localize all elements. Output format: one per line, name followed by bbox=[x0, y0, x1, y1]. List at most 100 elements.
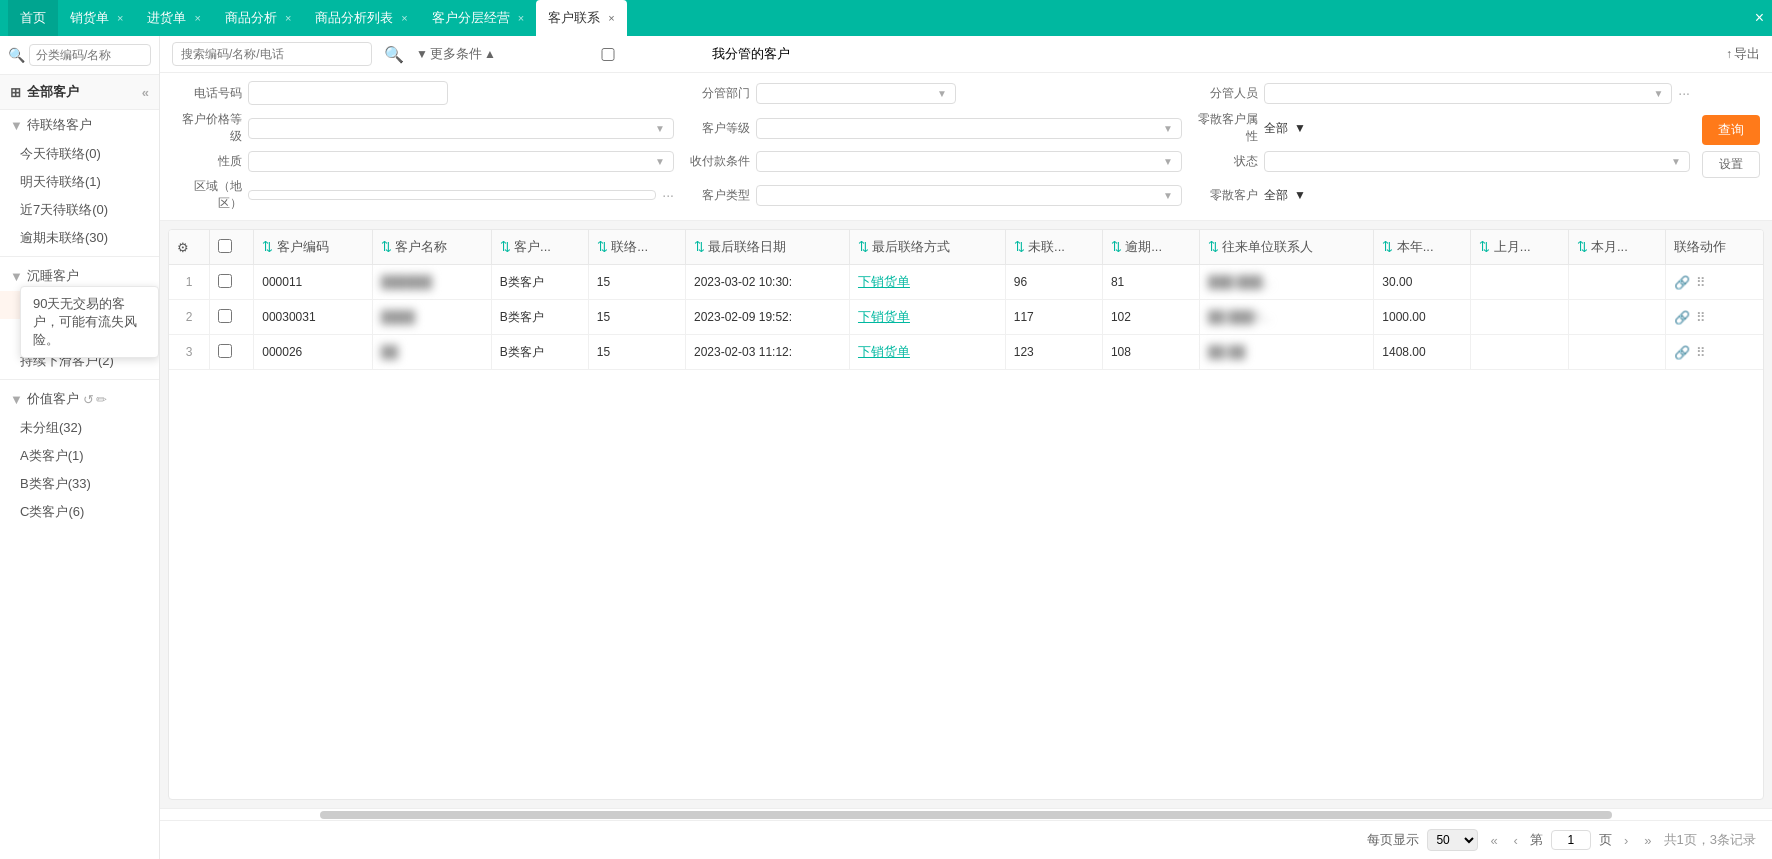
adv-filter-panel: 电话号码 分管部门 ▼ 分管人员 bbox=[160, 73, 1772, 221]
scroll-bar-thumb[interactable] bbox=[320, 811, 1612, 819]
sidebar-section-value-title[interactable]: ▼ 价值客户 ↺ ✏ bbox=[0, 384, 159, 414]
row-last-method-0: 下销货单 bbox=[849, 265, 1005, 300]
sidebar-collapse-btn[interactable]: « bbox=[142, 85, 149, 100]
next-page-btn[interactable]: › bbox=[1620, 831, 1632, 850]
tab-analysis-close[interactable]: × bbox=[285, 0, 291, 36]
action-menu-icon-0[interactable]: ⠿ bbox=[1696, 275, 1706, 290]
retail-attr-down-arrow[interactable]: ▼ bbox=[1294, 121, 1306, 135]
region-input[interactable] bbox=[248, 190, 656, 200]
sidebar-item-week[interactable]: 近7天待联络(0) bbox=[0, 196, 159, 224]
search-input[interactable] bbox=[172, 42, 372, 66]
tab-customer-contact[interactable]: 客户联系 × bbox=[536, 0, 626, 36]
sidebar-section-value-label: 价值客户 bbox=[27, 390, 79, 408]
col-settings[interactable]: ⚙ bbox=[169, 230, 210, 265]
my-customers-checkbox-label[interactable]: 我分管的客户 bbox=[508, 45, 790, 63]
last-method-link-2[interactable]: 下销货单 bbox=[858, 344, 910, 359]
tab-home[interactable]: 首页 bbox=[8, 0, 58, 36]
cust-type-down-arrow: ▼ bbox=[1163, 190, 1173, 201]
nature-select[interactable]: ▼ bbox=[248, 151, 674, 172]
tab-analysis[interactable]: 商品分析 × bbox=[213, 0, 303, 36]
payment-select[interactable]: ▼ bbox=[756, 151, 1182, 172]
sidebar-section-pending: ▼ 待联络客户 今天待联络(0) 明天待联络(1) 近7天待联络(0) 逾期未联… bbox=[0, 110, 159, 252]
more-conditions-btn[interactable]: ▼ 更多条件 ▲ bbox=[416, 45, 496, 63]
sidebar-item-overdue[interactable]: 逾期未联络(30) bbox=[0, 224, 159, 252]
action-link-icon-1[interactable]: 🔗 bbox=[1674, 310, 1690, 325]
tab-analysis-list-label: 商品分析列表 bbox=[315, 0, 393, 36]
price-tier-select[interactable]: ▼ bbox=[248, 118, 674, 139]
region-dots-btn[interactable]: ··· bbox=[662, 187, 674, 203]
row-this-year-1: 1000.00 bbox=[1374, 300, 1471, 335]
action-link-icon-0[interactable]: 🔗 bbox=[1674, 275, 1690, 290]
status-select[interactable]: ▼ bbox=[1264, 151, 1690, 172]
sidebar-search-input[interactable] bbox=[29, 44, 151, 66]
tab-purchase[interactable]: 进货单 × bbox=[135, 0, 212, 36]
top-nav: 首页 销货单 × 进货单 × 商品分析 × 商品分析列表 × 客户分层经营 × … bbox=[0, 0, 1772, 36]
last-method-link-0[interactable]: 下销货单 bbox=[858, 274, 910, 289]
sidebar-item-class-c[interactable]: C类客户(6) bbox=[0, 498, 159, 526]
tab-home-label: 首页 bbox=[20, 0, 46, 36]
filter-group-dept: 分管部门 ▼ bbox=[680, 83, 1182, 104]
sidebar-section-value: ▼ 价值客户 ↺ ✏ 未分组(32) A类客户(1) B类客户(33) C类客户… bbox=[0, 384, 159, 526]
last-method-link-1[interactable]: 下销货单 bbox=[858, 309, 910, 324]
content-area: 🔍 ▼ 更多条件 ▲ 我分管的客户 ↑ 导出 bbox=[160, 36, 1772, 859]
tab-sales[interactable]: 销货单 × bbox=[58, 0, 135, 36]
edit-icon[interactable]: ✏ bbox=[96, 392, 107, 407]
row-select-checkbox-0[interactable] bbox=[218, 274, 232, 288]
tab-analysis-label: 商品分析 bbox=[225, 0, 277, 36]
sidebar-item-ungrouped[interactable]: 未分组(32) bbox=[0, 414, 159, 442]
page-input[interactable] bbox=[1551, 830, 1591, 850]
export-btn[interactable]: ↑ 导出 bbox=[1726, 45, 1760, 63]
person-select[interactable]: ▼ bbox=[1264, 83, 1672, 104]
horizontal-scrollbar[interactable] bbox=[160, 808, 1772, 820]
tab-customer-tier-label: 客户分层经营 bbox=[432, 0, 510, 36]
arrow-down-icon: ▼ bbox=[10, 118, 23, 133]
total-info: 共1页，3条记录 bbox=[1664, 831, 1756, 849]
row-last-month-0 bbox=[1471, 265, 1568, 300]
sidebar-header: ⊞ 全部客户 « bbox=[0, 75, 159, 110]
refresh-icon[interactable]: ↺ bbox=[83, 392, 94, 407]
sidebar-item-class-b[interactable]: B类客户(33) bbox=[0, 470, 159, 498]
cust-type-select[interactable]: ▼ bbox=[756, 185, 1182, 206]
select-all-checkbox[interactable] bbox=[218, 239, 232, 253]
action-menu-icon-2[interactable]: ⠿ bbox=[1696, 345, 1706, 360]
row-contact-person-0: ███ ███... bbox=[1200, 265, 1374, 300]
tab-customer-tier-close[interactable]: × bbox=[518, 0, 524, 36]
tab-analysis-list[interactable]: 商品分析列表 × bbox=[303, 0, 419, 36]
search-button[interactable]: 🔍 bbox=[384, 45, 404, 64]
row-select-checkbox-1[interactable] bbox=[218, 309, 232, 323]
table-settings-icon[interactable]: ⚙ bbox=[177, 240, 189, 255]
last-page-btn[interactable]: » bbox=[1640, 831, 1655, 850]
action-menu-icon-1[interactable]: ⠿ bbox=[1696, 310, 1706, 325]
action-link-icon-2[interactable]: 🔗 bbox=[1674, 345, 1690, 360]
tab-analysis-list-close[interactable]: × bbox=[401, 0, 407, 36]
phone-input[interactable] bbox=[248, 81, 448, 105]
window-close-btn[interactable]: × bbox=[1755, 9, 1764, 27]
first-page-btn[interactable]: « bbox=[1486, 831, 1501, 850]
query-button[interactable]: 查询 bbox=[1702, 115, 1760, 145]
page-label: 页 bbox=[1599, 831, 1612, 849]
sidebar-item-today[interactable]: 今天待联络(0) bbox=[0, 140, 159, 168]
row-contact-1: 15 bbox=[588, 300, 685, 335]
my-customers-checkbox[interactable] bbox=[508, 48, 708, 61]
dept-select[interactable]: ▼ bbox=[756, 83, 956, 104]
tab-purchase-close[interactable]: × bbox=[194, 0, 200, 36]
person-dots-btn[interactable]: ··· bbox=[1678, 85, 1690, 101]
arrow-down-icon-2: ▼ bbox=[10, 269, 23, 284]
settings-button[interactable]: 设置 bbox=[1702, 151, 1760, 178]
sidebar-section-pending-title[interactable]: ▼ 待联络客户 bbox=[0, 110, 159, 140]
row-contact-person-2: ██ ██ bbox=[1200, 335, 1374, 370]
cust-tier-select[interactable]: ▼ bbox=[756, 118, 1182, 139]
tab-customer-contact-close[interactable]: × bbox=[608, 0, 614, 36]
sidebar-item-class-a[interactable]: A类客户(1) bbox=[0, 442, 159, 470]
sidebar-item-tomorrow[interactable]: 明天待联络(1) bbox=[0, 168, 159, 196]
price-tier-down-arrow: ▼ bbox=[655, 123, 665, 134]
tab-customer-tier[interactable]: 客户分层经营 × bbox=[420, 0, 536, 36]
jump-label: 第 bbox=[1530, 831, 1543, 849]
row-overdue-1: 102 bbox=[1102, 300, 1199, 335]
row-select-checkbox-2[interactable] bbox=[218, 344, 232, 358]
tab-sales-close[interactable]: × bbox=[117, 0, 123, 36]
sidebar-section-pending-label: 待联络客户 bbox=[27, 116, 92, 134]
page-size-select[interactable]: 50 20 100 bbox=[1427, 829, 1478, 851]
prev-page-btn[interactable]: ‹ bbox=[1510, 831, 1522, 850]
retail-cust-down-arrow[interactable]: ▼ bbox=[1294, 188, 1306, 202]
